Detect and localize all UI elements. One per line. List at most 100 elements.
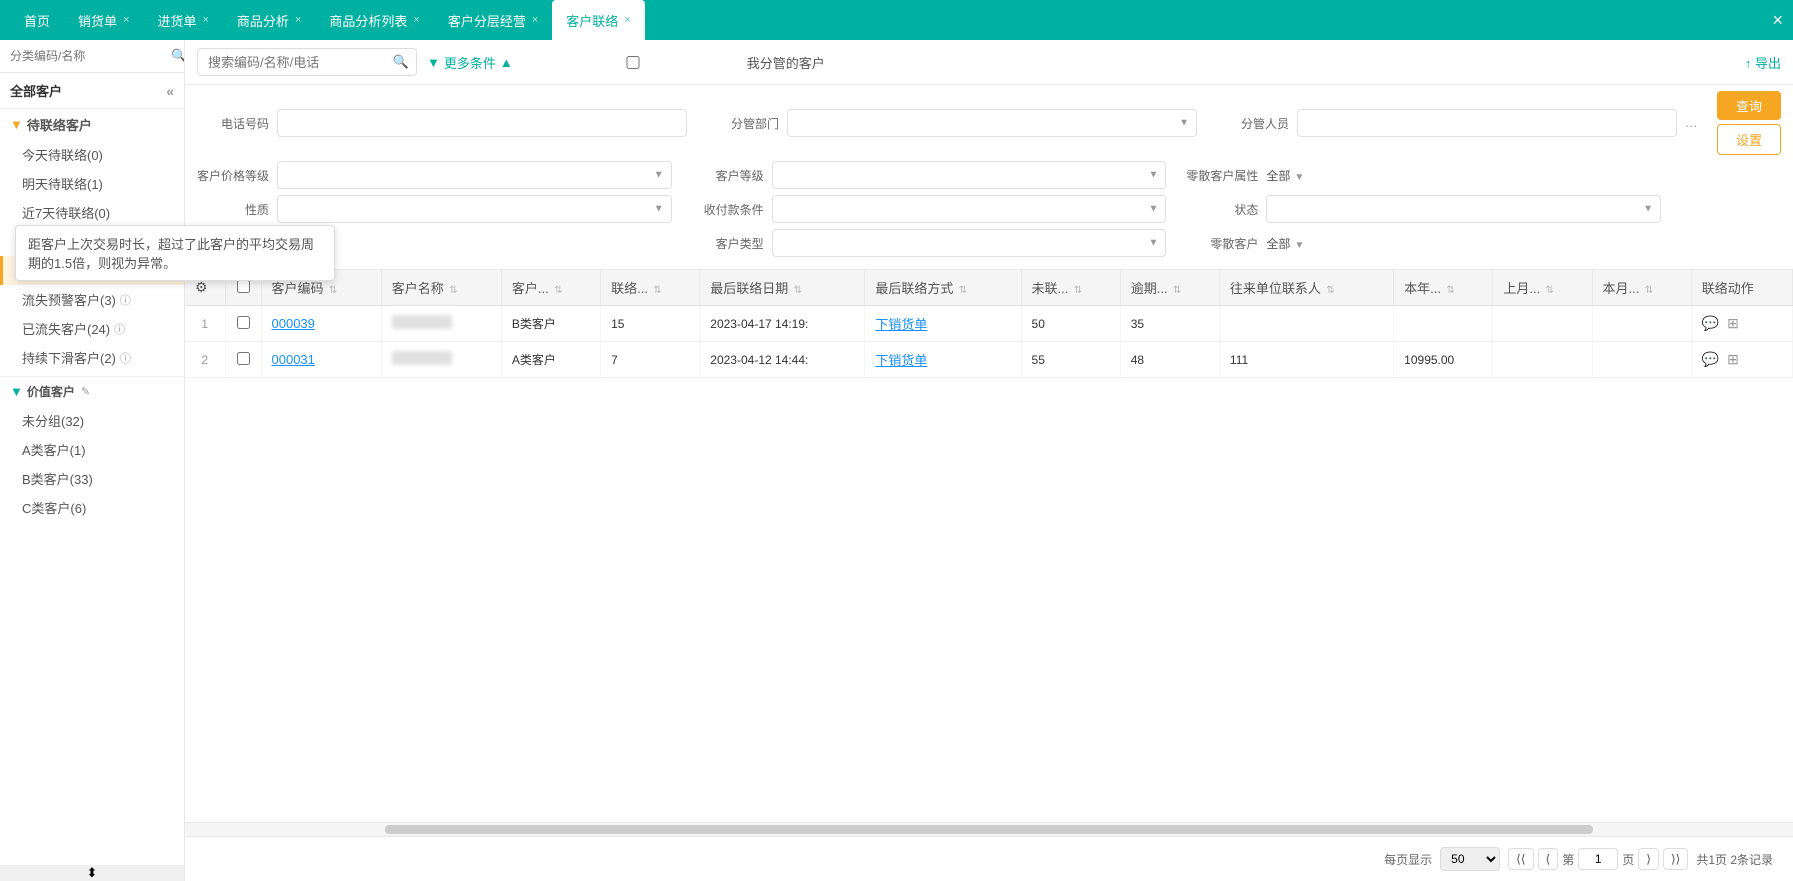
row-last-method-2[interactable]: 下销货单 xyxy=(865,342,1021,378)
nav-product-analysis[interactable]: 商品分析 × xyxy=(223,0,315,40)
sidebar-search-bar[interactable]: 🔍 xyxy=(0,40,184,73)
row-code-1[interactable]: 000039 xyxy=(261,306,381,342)
th-last-month[interactable]: 上月... ⇅ xyxy=(1493,270,1592,306)
sort-last-method-icon[interactable]: ⇅ xyxy=(959,285,967,296)
contact-icon-2[interactable]: 💬 xyxy=(1702,351,1719,368)
next-page-btn[interactable]: ⟩ xyxy=(1638,848,1659,870)
sort-name-icon[interactable]: ⇅ xyxy=(449,285,457,296)
row-select-checkbox-1[interactable] xyxy=(237,316,250,329)
sort-last-month-icon[interactable]: ⇅ xyxy=(1546,285,1554,296)
sort-last-date-icon[interactable]: ⇅ xyxy=(794,285,802,296)
sidebar-item-ungrouped[interactable]: 未分组(32) xyxy=(0,406,184,435)
export-btn[interactable]: ↑ 导出 xyxy=(1745,53,1781,72)
sidebar-search-icon[interactable]: 🔍 xyxy=(171,48,185,64)
nav-customer-tiered[interactable]: 客户分层经营 × xyxy=(434,0,552,40)
more-action-icon-2[interactable]: ⊞ xyxy=(1727,351,1739,368)
nav-close-product-analysis[interactable]: × xyxy=(295,14,301,26)
sidebar-item-churn-warning[interactable]: 流失预警客户(3) ⓘ xyxy=(0,285,184,314)
nav-close-purchase[interactable]: × xyxy=(202,14,208,26)
per-page-select[interactable]: 50 100 200 xyxy=(1440,847,1500,871)
close-all-tabs[interactable]: × xyxy=(1772,10,1783,31)
sidebar-item-class-b[interactable]: B类客户(33) xyxy=(0,464,184,493)
sidebar-item-class-a[interactable]: A类客户(1) xyxy=(0,435,184,464)
sidebar-group-pending-contact[interactable]: ▼ 待联络客户 xyxy=(0,109,184,140)
nav-product-analysis-list[interactable]: 商品分析列表 × xyxy=(315,0,433,40)
sidebar-item-tomorrow[interactable]: 明天待联络(1) xyxy=(0,169,184,198)
th-related-person[interactable]: 往来单位联系人 ⇅ xyxy=(1219,270,1393,306)
nav-purchase[interactable]: 进货单 × xyxy=(143,0,222,40)
nav-customer-contact[interactable]: 客户联络 × xyxy=(552,0,644,40)
phone-input[interactable] xyxy=(277,109,687,137)
sort-year-icon[interactable]: ⇅ xyxy=(1446,285,1454,296)
payment-input[interactable] xyxy=(772,195,1167,223)
query-button[interactable]: 查询 xyxy=(1717,91,1781,120)
th-last-contact-date[interactable]: 最后联络日期 ⇅ xyxy=(700,270,865,306)
customer-code-link-1[interactable]: 000039 xyxy=(272,316,315,331)
th-overdue[interactable]: 逾期... ⇅ xyxy=(1120,270,1219,306)
status-input[interactable] xyxy=(1266,195,1661,223)
sort-contact-icon[interactable]: ⇅ xyxy=(653,285,661,296)
sidebar-value-customers-header[interactable]: ▼ 价值客户 ✎ xyxy=(0,376,184,406)
current-page-input[interactable] xyxy=(1578,848,1618,870)
contact-icon-1[interactable]: 💬 xyxy=(1702,315,1719,332)
prev-page-btn[interactable]: ⟨ xyxy=(1538,848,1559,870)
th-uncontacted[interactable]: 未联... ⇅ xyxy=(1021,270,1120,306)
last-page-btn[interactable]: ⟩⟩ xyxy=(1663,848,1688,870)
gender-input[interactable] xyxy=(277,195,672,223)
row-last-method-1[interactable]: 下销货单 xyxy=(865,306,1021,342)
th-this-year[interactable]: 本年... ⇅ xyxy=(1394,270,1493,306)
settings-button[interactable]: 设置 xyxy=(1717,124,1781,155)
edit-icon[interactable]: ✎ xyxy=(81,385,90,398)
sort-overdue-icon[interactable]: ⇅ xyxy=(1173,285,1181,296)
th-contact-count[interactable]: 联络... ⇅ xyxy=(601,270,700,306)
th-last-contact-method[interactable]: 最后联络方式 ⇅ xyxy=(865,270,1021,306)
row-code-2[interactable]: 000031 xyxy=(261,342,381,378)
customer-search-input[interactable] xyxy=(197,48,417,76)
sidebar-resize-handle[interactable]: ⬍ xyxy=(0,865,184,881)
sort-code-icon[interactable]: ⇅ xyxy=(329,285,337,296)
last-method-link-1[interactable]: 下销货单 xyxy=(875,317,927,332)
sidebar-collapse-btn[interactable]: « xyxy=(166,83,174,99)
person-more-icon[interactable]: … xyxy=(1685,115,1698,130)
sidebar-search-input[interactable] xyxy=(10,49,165,63)
scrollbar-thumb[interactable] xyxy=(385,825,1593,834)
nav-home[interactable]: 首页 xyxy=(10,0,64,40)
sidebar-item-churned[interactable]: 已流失客户(24) ⓘ xyxy=(0,314,184,343)
first-page-btn[interactable]: ⟨⟨ xyxy=(1508,848,1533,870)
row-select-checkbox-2[interactable] xyxy=(237,352,250,365)
search-icon[interactable]: 🔍 xyxy=(393,54,409,70)
nav-close-customer-contact[interactable]: × xyxy=(624,14,630,26)
person-input[interactable] xyxy=(1297,109,1677,137)
horizontal-scrollbar[interactable] xyxy=(185,822,1793,836)
sort-type-icon[interactable]: ⇅ xyxy=(554,285,562,296)
sort-related-icon[interactable]: ⇅ xyxy=(1326,285,1334,296)
gear-icon[interactable]: ⚙ xyxy=(195,279,208,295)
sidebar-item-class-c[interactable]: C类客户(6) xyxy=(0,493,184,522)
sidebar-item-today[interactable]: 今天待联络(0) xyxy=(0,140,184,169)
select-all-checkbox[interactable] xyxy=(237,280,250,293)
sidebar-item-declining[interactable]: 持续下滑客户(2) ⓘ xyxy=(0,343,184,372)
dept-input[interactable] xyxy=(787,109,1197,137)
nav-sales[interactable]: 销货单 × xyxy=(64,0,143,40)
nav-close-product-analysis-list[interactable]: × xyxy=(413,14,419,26)
customer-code-link-2[interactable]: 000031 xyxy=(272,352,315,367)
col-this-month-label: 本月... xyxy=(1603,281,1640,296)
th-name[interactable]: 客户名称 ⇅ xyxy=(381,270,501,306)
row-checkbox-2[interactable] xyxy=(225,342,261,378)
price-level-input[interactable] xyxy=(277,161,672,189)
my-customers-filter[interactable]: 我分管的客户 xyxy=(523,53,825,72)
nav-close-sales[interactable]: × xyxy=(123,14,129,26)
customer-type-input[interactable] xyxy=(772,229,1167,257)
more-action-icon-1[interactable]: ⊞ xyxy=(1727,315,1739,332)
th-customer-type[interactable]: 客户... ⇅ xyxy=(501,270,600,306)
th-this-month[interactable]: 本月... ⇅ xyxy=(1592,270,1691,306)
my-customers-checkbox[interactable] xyxy=(523,56,743,69)
nav-close-customer-tiered[interactable]: × xyxy=(532,14,538,26)
last-method-link-2[interactable]: 下销货单 xyxy=(875,353,927,368)
sort-uncontacted-icon[interactable]: ⇅ xyxy=(1074,285,1082,296)
row-checkbox-1[interactable] xyxy=(225,306,261,342)
more-conditions-btn[interactable]: ▼ 更多条件 ▲ xyxy=(427,53,513,72)
sort-this-month-icon[interactable]: ⇅ xyxy=(1645,285,1653,296)
sidebar-item-7days[interactable]: 近7天待联络(0) xyxy=(0,198,184,227)
customer-level-input[interactable] xyxy=(772,161,1167,189)
